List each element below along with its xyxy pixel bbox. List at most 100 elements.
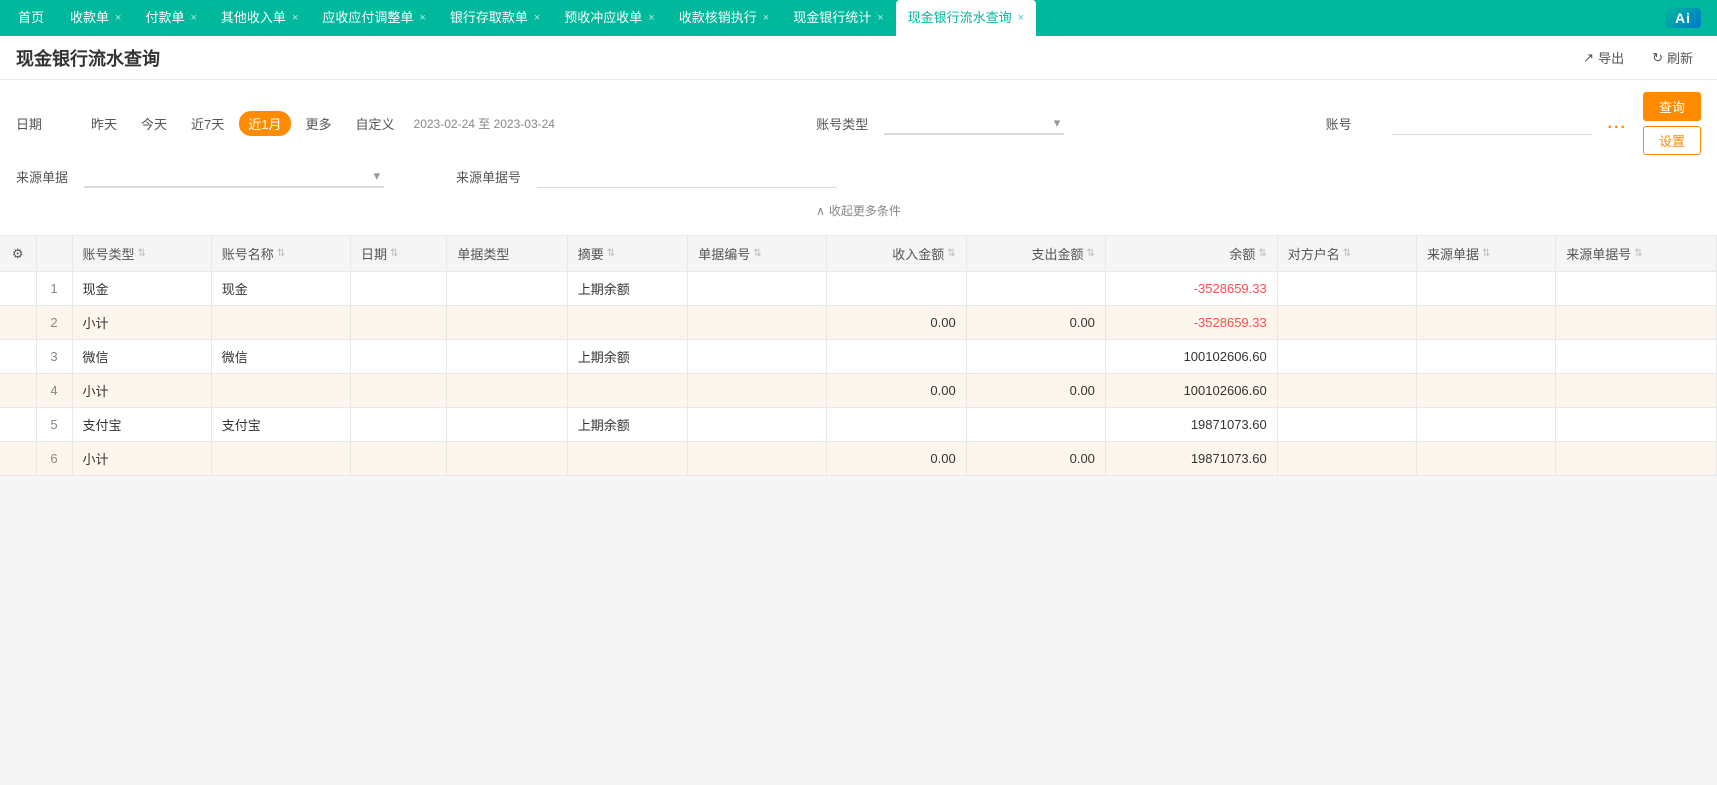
row-source-doc xyxy=(1416,272,1555,306)
row-summary: 上期余额 xyxy=(567,272,687,306)
row-account-name xyxy=(211,306,350,340)
row-income xyxy=(827,340,966,374)
col-source-doc: 来源单据 ⇅ xyxy=(1416,236,1555,272)
col-expense: 支出金额 ⇅ xyxy=(966,236,1105,272)
row-balance: 100102606.60 xyxy=(1105,374,1277,408)
row-account-type: 小计 xyxy=(72,442,211,476)
row-income: 0.00 xyxy=(827,306,966,340)
source-doc-select[interactable] xyxy=(84,165,384,187)
row-doc-no xyxy=(688,408,827,442)
nav-tab-5[interactable]: 预收冲应收单 × xyxy=(552,0,666,36)
settings-button[interactable]: 设置 xyxy=(1643,126,1701,155)
close-icon[interactable]: × xyxy=(115,0,121,36)
nav-tab-2[interactable]: 其他收入单 × xyxy=(209,0,310,36)
date-btn-custom[interactable]: 自定义 xyxy=(347,111,404,136)
row-source-doc xyxy=(1416,306,1555,340)
nav-tab-3[interactable]: 应收应付调整单 × xyxy=(310,0,437,36)
sort-icon[interactable]: ⇅ xyxy=(607,248,615,259)
sort-icon[interactable]: ⇅ xyxy=(138,248,146,259)
row-source-doc-no xyxy=(1556,374,1717,408)
row-doc-type xyxy=(447,408,567,442)
ai-badge[interactable]: Ai xyxy=(1665,8,1701,28)
row-doc-no xyxy=(688,374,827,408)
sort-icon[interactable]: ⇅ xyxy=(753,248,761,259)
close-icon[interactable]: × xyxy=(763,0,769,36)
close-icon[interactable]: × xyxy=(648,0,654,36)
date-btn-yesterday[interactable]: 昨天 xyxy=(82,111,126,136)
col-source-doc-no: 来源单据号 ⇅ xyxy=(1556,236,1717,272)
row-source-doc-no xyxy=(1556,306,1717,340)
row-summary xyxy=(567,442,687,476)
row-account-type: 小计 xyxy=(72,306,211,340)
table-row: 2 小计 0.00 0.00 -3528659.33 xyxy=(0,306,1717,340)
close-icon[interactable]: × xyxy=(1018,0,1024,36)
date-label: 日期 xyxy=(16,114,66,133)
col-doc-no: 单据编号 ⇅ xyxy=(688,236,827,272)
sort-icon[interactable]: ⇅ xyxy=(1087,248,1095,259)
row-balance: -3528659.33 xyxy=(1105,272,1277,306)
row-gear xyxy=(0,306,36,340)
col-account-type: 账号类型 ⇅ xyxy=(72,236,211,272)
action-buttons: 查询 设置 xyxy=(1643,92,1701,155)
table-row: 4 小计 0.00 0.00 100102606.60 xyxy=(0,374,1717,408)
nav-tab-6[interactable]: 收款核销执行 × xyxy=(667,0,781,36)
nav-tab-4[interactable]: 银行存取款单 × xyxy=(438,0,552,36)
row-date xyxy=(350,306,446,340)
row-num: 4 xyxy=(36,374,72,408)
row-source-doc-no xyxy=(1556,340,1717,374)
nav-tab-8[interactable]: 现金银行流水查询 × xyxy=(896,0,1036,36)
table-header-row: ⚙ 账号类型 ⇅ 账号名称 ⇅ 日期 xyxy=(0,236,1717,272)
sort-icon[interactable]: ⇅ xyxy=(1258,248,1266,259)
row-counterpart xyxy=(1277,408,1416,442)
close-icon[interactable]: × xyxy=(292,0,298,36)
close-icon[interactable]: × xyxy=(190,0,196,36)
row-doc-type xyxy=(447,340,567,374)
row-account-type: 现金 xyxy=(72,272,211,306)
source-doc-no-input[interactable] xyxy=(537,166,837,188)
row-expense: 0.00 xyxy=(966,306,1105,340)
row-expense: 0.00 xyxy=(966,374,1105,408)
collapse-icon: ∧ xyxy=(816,204,825,218)
refresh-button[interactable]: ↻ 刷新 xyxy=(1644,44,1701,71)
sort-icon[interactable]: ⇅ xyxy=(1634,248,1642,259)
row-doc-type xyxy=(447,442,567,476)
nav-home[interactable]: 首页 xyxy=(4,0,58,36)
export-button[interactable]: ↗ 导出 xyxy=(1575,44,1632,71)
account-type-select-wrapper: 现金 微信 支付宝 ▾ xyxy=(884,112,1064,135)
more-dots[interactable]: ... xyxy=(1608,115,1627,133)
date-btn-today[interactable]: 今天 xyxy=(132,111,176,136)
date-btn-1month[interactable]: 近1月 xyxy=(239,111,290,136)
nav-tab-0[interactable]: 收款单 × xyxy=(58,0,133,36)
source-doc-select-wrapper: ▾ xyxy=(84,165,384,188)
row-doc-type xyxy=(447,272,567,306)
table-body: 1 现金 现金 上期余额 -3528659.33 2 小计 0.00 0.00 … xyxy=(0,272,1717,476)
row-date xyxy=(350,408,446,442)
col-balance: 余额 ⇅ xyxy=(1105,236,1277,272)
collapse-bar[interactable]: ∧ 收起更多条件 xyxy=(16,198,1701,223)
row-balance: 100102606.60 xyxy=(1105,340,1277,374)
row-account-name: 支付宝 xyxy=(211,408,350,442)
sort-icon[interactable]: ⇅ xyxy=(1482,248,1490,259)
account-input[interactable] xyxy=(1392,113,1592,135)
close-icon[interactable]: × xyxy=(419,0,425,36)
close-icon[interactable]: × xyxy=(877,0,883,36)
row-summary xyxy=(567,374,687,408)
date-btn-7days[interactable]: 近7天 xyxy=(182,111,233,136)
sort-icon[interactable]: ⇅ xyxy=(277,248,285,259)
sort-icon[interactable]: ⇅ xyxy=(947,248,955,259)
close-icon[interactable]: × xyxy=(534,0,540,36)
row-account-type: 小计 xyxy=(72,374,211,408)
sort-icon[interactable]: ⇅ xyxy=(390,248,398,259)
account-type-select[interactable]: 现金 微信 支付宝 xyxy=(884,112,1064,134)
row-balance: 19871073.60 xyxy=(1105,408,1277,442)
col-account-name: 账号名称 ⇅ xyxy=(211,236,350,272)
query-button[interactable]: 查询 xyxy=(1643,92,1701,121)
nav-tab-7[interactable]: 现金银行统计 × xyxy=(781,0,895,36)
sort-icon[interactable]: ⇅ xyxy=(1343,248,1351,259)
col-summary: 摘要 ⇅ xyxy=(567,236,687,272)
date-btn-more[interactable]: 更多 xyxy=(297,111,341,136)
header-actions: ↗ 导出 ↻ 刷新 Ai xyxy=(1575,44,1701,71)
nav-tab-1[interactable]: 付款单 × xyxy=(133,0,208,36)
row-date xyxy=(350,272,446,306)
gear-icon[interactable]: ⚙ xyxy=(12,246,24,261)
